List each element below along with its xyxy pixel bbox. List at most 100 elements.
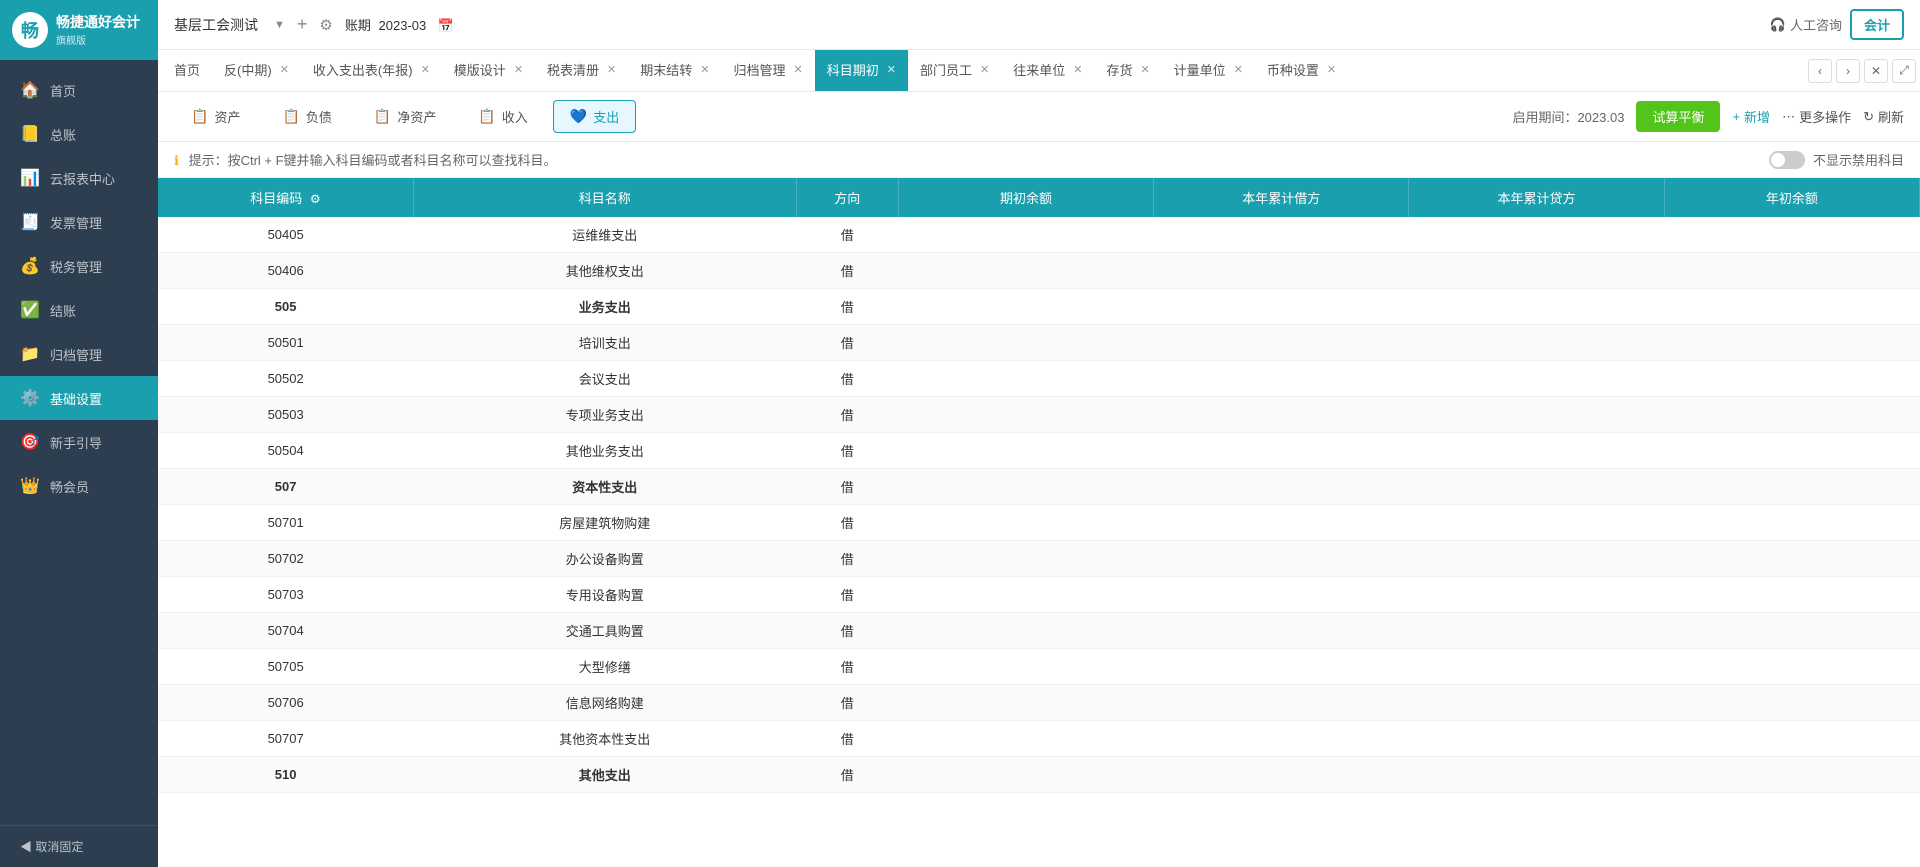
sidebar-collapse-btn[interactable]: ◀ 取消固定 bbox=[0, 825, 158, 867]
tab-currency[interactable]: 币种设置 ✕ bbox=[1255, 50, 1348, 91]
sidebar-item-label: 新手引导 bbox=[50, 433, 102, 452]
tab-archive[interactable]: 归档管理 ✕ bbox=[722, 50, 815, 91]
tab-template[interactable]: 模版设计 ✕ bbox=[442, 50, 535, 91]
sidebar: 畅 畅捷通好会计 旗舰版 🏠 首页 📒 总账 📊 云报表中心 🧾 发票管理 💰 … bbox=[0, 0, 158, 867]
tab-period-end[interactable]: 期末结转 ✕ bbox=[628, 50, 721, 91]
sidebar-item-tax[interactable]: 💰 税务管理 bbox=[0, 244, 158, 288]
cell-year-balance bbox=[1664, 325, 1919, 361]
workspace-dropdown-icon[interactable]: ▼ bbox=[274, 19, 285, 31]
tab-close-icon[interactable]: ✕ bbox=[1073, 63, 1082, 76]
cell-name: 运维维支出 bbox=[413, 217, 796, 253]
tab-close-icon[interactable]: ✕ bbox=[794, 63, 803, 76]
cell-code: 50702 bbox=[158, 541, 413, 577]
tab-close-icon[interactable]: ✕ bbox=[607, 63, 616, 76]
refresh-btn[interactable]: ↻ 刷新 bbox=[1863, 107, 1904, 126]
more-label: 更多操作 bbox=[1799, 107, 1851, 126]
tab-measure-unit[interactable]: 计量单位 ✕ bbox=[1162, 50, 1255, 91]
workspace-name: 基层工会测试 bbox=[174, 15, 258, 35]
sidebar-item-archive[interactable]: 📁 归档管理 bbox=[0, 332, 158, 376]
tab-inventory[interactable]: 存货 ✕ bbox=[1094, 50, 1161, 91]
table-row[interactable]: 50704 交通工具购置 借 bbox=[158, 613, 1920, 649]
cell-ytd-debit bbox=[1154, 289, 1409, 325]
sidebar-item-label: 税务管理 bbox=[50, 257, 102, 276]
table-row[interactable]: 50705 大型修缮 借 bbox=[158, 649, 1920, 685]
customer-service-btn[interactable]: 🎧 人工咨询 bbox=[1770, 15, 1842, 34]
cell-name: 办公设备购置 bbox=[413, 541, 796, 577]
sidebar-item-settings[interactable]: ⚙️ 基础设置 bbox=[0, 376, 158, 420]
tab-close-icon[interactable]: ✕ bbox=[514, 63, 523, 76]
tab-close-icon[interactable]: ✕ bbox=[887, 63, 896, 76]
cell-year-balance bbox=[1664, 541, 1919, 577]
tab-subject-initial[interactable]: 科目期初 ✕ bbox=[815, 50, 908, 91]
sidebar-item-reports[interactable]: 📊 云报表中心 bbox=[0, 156, 158, 200]
cell-dir: 借 bbox=[796, 361, 898, 397]
cell-year-balance bbox=[1664, 757, 1919, 793]
cell-dir: 借 bbox=[796, 433, 898, 469]
tab-related-units[interactable]: 往来单位 ✕ bbox=[1001, 50, 1094, 91]
sidebar-item-home[interactable]: 🏠 首页 bbox=[0, 68, 158, 112]
cell-dir: 借 bbox=[796, 757, 898, 793]
col-settings-icon[interactable]: ⚙ bbox=[310, 192, 321, 206]
cell-ytd-debit bbox=[1154, 613, 1409, 649]
tab-close-icon[interactable]: ✕ bbox=[421, 63, 430, 76]
table-row[interactable]: 50706 信息网络购建 借 bbox=[158, 685, 1920, 721]
tab-prev-btn[interactable]: ‹ bbox=[1808, 59, 1832, 83]
sub-tab-expense[interactable]: 💙 支出 bbox=[553, 100, 636, 133]
member-icon: 👑 bbox=[20, 476, 40, 496]
kuaiji-btn[interactable]: 会计 bbox=[1850, 9, 1904, 40]
calendar-icon[interactable]: 📅 bbox=[438, 18, 454, 33]
tab-mid-period[interactable]: 反(中期) ✕ bbox=[212, 50, 301, 91]
cell-ytd-debit bbox=[1154, 433, 1409, 469]
tab-home[interactable]: 首页 bbox=[162, 50, 212, 91]
table-row[interactable]: 50702 办公设备购置 借 bbox=[158, 541, 1920, 577]
table-row[interactable]: 50707 其他资本性支出 借 bbox=[158, 721, 1920, 757]
sidebar-item-invoice[interactable]: 🧾 发票管理 bbox=[0, 200, 158, 244]
tab-annual-report[interactable]: 收入支出表(年报) ✕ bbox=[301, 50, 442, 91]
sidebar-item-member[interactable]: 👑 畅会员 bbox=[0, 464, 158, 508]
tab-tax-table[interactable]: 税表清册 ✕ bbox=[535, 50, 628, 91]
sub-tab-net-asset[interactable]: 📋 净资产 bbox=[357, 100, 453, 133]
table-row[interactable]: 50501 培训支出 借 bbox=[158, 325, 1920, 361]
sidebar-item-settlement[interactable]: ✅ 结账 bbox=[0, 288, 158, 332]
settings-btn[interactable]: ⚙ bbox=[319, 16, 332, 34]
sub-tab-liability[interactable]: 📋 负债 bbox=[265, 100, 348, 133]
tab-close-all-btn[interactable]: ✕ bbox=[1864, 59, 1888, 83]
cell-name: 培训支出 bbox=[413, 325, 796, 361]
cell-ytd-credit bbox=[1409, 577, 1664, 613]
tab-close-icon[interactable]: ✕ bbox=[1140, 63, 1149, 76]
cell-name: 交通工具购置 bbox=[413, 613, 796, 649]
sub-tab-income[interactable]: 📋 收入 bbox=[461, 100, 544, 133]
table-row[interactable]: 50701 房屋建筑物购建 借 bbox=[158, 505, 1920, 541]
sidebar-item-label: 云报表中心 bbox=[50, 169, 115, 188]
table-row[interactable]: 505 业务支出 借 bbox=[158, 289, 1920, 325]
logo-icon: 畅 bbox=[12, 12, 48, 48]
add-btn[interactable]: + 新增 bbox=[1732, 107, 1770, 126]
table-row[interactable]: 50406 其他维权支出 借 bbox=[158, 253, 1920, 289]
tab-next-btn[interactable]: › bbox=[1836, 59, 1860, 83]
table-row[interactable]: 510 其他支出 借 bbox=[158, 757, 1920, 793]
table-row[interactable]: 50504 其他业务支出 借 bbox=[158, 433, 1920, 469]
calc-balance-btn[interactable]: 试算平衡 bbox=[1636, 101, 1720, 132]
table-row[interactable]: 50703 专用设备购置 借 bbox=[158, 577, 1920, 613]
cell-year-balance bbox=[1664, 613, 1919, 649]
table-row[interactable]: 50503 专项业务支出 借 bbox=[158, 397, 1920, 433]
table-row[interactable]: 50502 会议支出 借 bbox=[158, 361, 1920, 397]
cell-year-balance bbox=[1664, 253, 1919, 289]
tab-close-icon[interactable]: ✕ bbox=[1234, 63, 1243, 76]
tab-close-icon[interactable]: ✕ bbox=[700, 63, 709, 76]
sidebar-item-guide[interactable]: 🎯 新手引导 bbox=[0, 420, 158, 464]
sidebar-item-ledger[interactable]: 📒 总账 bbox=[0, 112, 158, 156]
tip-text: 提示：按Ctrl + F键并输入科目编码或者科目名称可以查找科目。 bbox=[189, 153, 557, 168]
table-row[interactable]: 507 资本性支出 借 bbox=[158, 469, 1920, 505]
add-workspace-btn[interactable]: + bbox=[297, 14, 308, 35]
sidebar-nav: 🏠 首页 📒 总账 📊 云报表中心 🧾 发票管理 💰 税务管理 ✅ 结账 📁 归… bbox=[0, 60, 158, 825]
tab-dept-staff[interactable]: 部门员工 ✕ bbox=[908, 50, 1001, 91]
tab-expand-btn[interactable]: ⤢ bbox=[1892, 59, 1916, 83]
sub-tab-asset[interactable]: 📋 资产 bbox=[174, 100, 257, 133]
toggle-disabled-switch[interactable] bbox=[1769, 151, 1805, 169]
table-row[interactable]: 50405 运维维支出 借 bbox=[158, 217, 1920, 253]
tab-close-icon[interactable]: ✕ bbox=[280, 63, 289, 76]
more-actions-btn[interactable]: ⋯ 更多操作 bbox=[1782, 107, 1851, 126]
tab-close-icon[interactable]: ✕ bbox=[980, 63, 989, 76]
tab-close-icon[interactable]: ✕ bbox=[1327, 63, 1336, 76]
